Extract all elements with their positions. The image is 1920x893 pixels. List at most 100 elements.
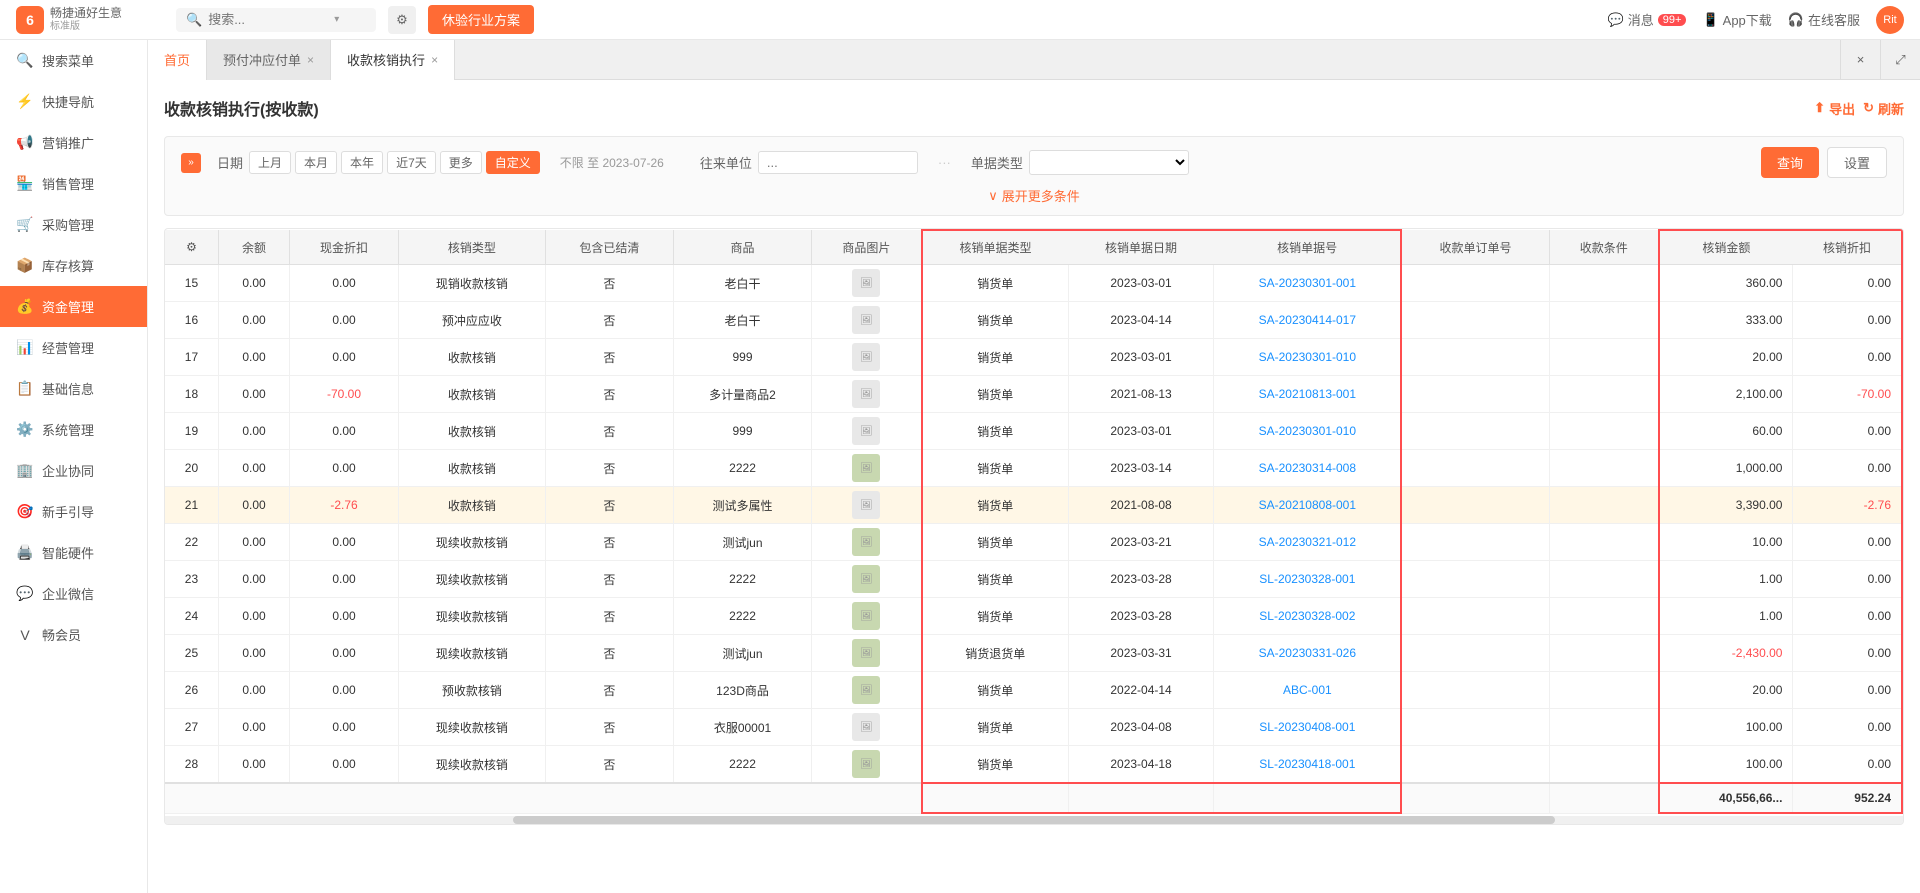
date-last-month-button[interactable]: 上月 (249, 151, 291, 174)
industry-solution-button[interactable]: 休验行业方案 (428, 5, 534, 34)
cell-verify-discount: 0.00 (1793, 709, 1902, 746)
table-row: 21 0.00 -2.76 收款核销 否 测试多属性 🖼 销货单 2021-08… (165, 487, 1902, 524)
close-prepay-tab-icon[interactable]: × (307, 53, 314, 67)
cell-receipt-order-no (1401, 302, 1549, 339)
sidebar-item-member[interactable]: V 畅会员 (0, 614, 147, 655)
sidebar-item-marketing[interactable]: 📢 营销推广 (0, 122, 147, 163)
purchase-icon: 🛒 (16, 216, 34, 234)
cell-verify-bill-type: 销货单 (922, 302, 1069, 339)
sidebar-item-purchase-mgmt[interactable]: 🛒 采购管理 (0, 204, 147, 245)
table-settings-button[interactable]: 设置 (1827, 147, 1887, 178)
query-button[interactable]: 查询 (1761, 147, 1819, 178)
cell-verify-amount: 1,000.00 (1659, 450, 1793, 487)
sidebar-item-search-menu[interactable]: 🔍 搜索菜单 (0, 40, 147, 81)
cell-balance: 0.00 (218, 524, 289, 561)
cell-no: 17 (165, 339, 218, 376)
date-filter-label: 日期 (217, 153, 243, 172)
user-profile[interactable]: Rit (1876, 6, 1904, 34)
tab-prepay-conflict[interactable]: 预付冲应付单 × (207, 40, 331, 80)
date-this-month-button[interactable]: 本月 (295, 151, 337, 174)
cell-verify-type: 收款核销 (399, 339, 546, 376)
collapse-filter-button[interactable]: » (181, 153, 201, 173)
scrollbar-thumb[interactable] (513, 816, 1556, 824)
sidebar-item-sys-mgmt[interactable]: ⚙️ 系统管理 (0, 409, 147, 450)
cell-include-settled: 否 (545, 450, 673, 487)
table-row: 19 0.00 0.00 收款核销 否 999 🖼 销货单 2023-03-01… (165, 413, 1902, 450)
sidebar-item-biz-mgmt[interactable]: 📊 经营管理 (0, 327, 147, 368)
cell-include-settled: 否 (545, 524, 673, 561)
export-button[interactable]: ⬆ 导出 (1814, 99, 1855, 118)
cell-verify-bill-date: 2023-03-01 (1068, 339, 1213, 376)
close-collection-tab-icon[interactable]: × (431, 53, 438, 67)
sidebar-item-sales-mgmt[interactable]: 🏪 销售管理 (0, 163, 147, 204)
dropdown-arrow-icon: ▾ (334, 14, 339, 25)
cell-receipt-order-no (1401, 746, 1549, 784)
search-input[interactable] (208, 12, 328, 27)
sidebar-item-fund-mgmt[interactable]: 💰 资金管理 (0, 286, 147, 327)
member-icon: V (16, 626, 34, 644)
th-receipt-order-no: 收款单订单号 (1401, 230, 1549, 265)
expand-tab-button[interactable]: ⤢ (1880, 40, 1920, 80)
th-balance: 余额 (218, 230, 289, 265)
cell-receipt-condition (1549, 672, 1659, 709)
cell-cash-discount: 0.00 (290, 635, 399, 672)
cell-verify-bill-no: SA-20230314-008 (1214, 450, 1402, 487)
cell-goods: 衣服00001 (673, 709, 811, 746)
th-verify-bill-no: 核销单据号 (1214, 230, 1402, 265)
tab-home[interactable]: 首页 (148, 40, 207, 80)
expand-conditions-button[interactable]: ∨ 展开更多条件 (988, 186, 1080, 205)
close-tab-button[interactable]: × (1840, 40, 1880, 80)
date-7days-button[interactable]: 近7天 (387, 151, 436, 174)
cell-verify-discount: 0.00 (1793, 746, 1902, 784)
sidebar-item-wechat[interactable]: 💬 企业微信 (0, 573, 147, 614)
cell-verify-bill-type: 销货单 (922, 524, 1069, 561)
cell-verify-amount: 1.00 (1659, 561, 1793, 598)
sidebar-item-base-info[interactable]: 📋 基础信息 (0, 368, 147, 409)
footer-verify-bill-no (1214, 783, 1402, 813)
cell-receipt-order-no (1401, 598, 1549, 635)
date-range-display: 不限 至 2023-07-26 (560, 154, 664, 171)
sidebar-item-label: 系统管理 (42, 420, 94, 439)
tab-bar-actions: × ⤢ (1840, 40, 1920, 80)
cell-balance: 0.00 (218, 598, 289, 635)
sidebar-item-smart-hw[interactable]: 🖨️ 智能硬件 (0, 532, 147, 573)
cell-balance: 0.00 (218, 450, 289, 487)
sidebar-item-label: 企业协同 (42, 461, 94, 480)
date-custom-button[interactable]: 自定义 (486, 151, 540, 174)
sidebar-item-inventory[interactable]: 📦 库存核算 (0, 245, 147, 286)
tab-collection-verify[interactable]: 收款核销执行 × (331, 40, 455, 80)
cell-verify-discount: 0.00 (1793, 265, 1902, 302)
cell-no: 25 (165, 635, 218, 672)
refresh-button[interactable]: ↻ 刷新 (1863, 99, 1904, 118)
online-service-button[interactable]: 🎧 在线客服 (1788, 10, 1860, 29)
cell-verify-bill-date: 2023-03-28 (1068, 561, 1213, 598)
cell-balance: 0.00 (218, 376, 289, 413)
sidebar-item-label: 采购管理 (42, 215, 94, 234)
sidebar-item-enterprise[interactable]: 🏢 企业协同 (0, 450, 147, 491)
expand-conditions-row: ∨ 展开更多条件 (181, 186, 1887, 205)
cell-include-settled: 否 (545, 709, 673, 746)
separator-icon: ··· (938, 155, 951, 170)
sidebar-item-guide[interactable]: 🎯 新手引导 (0, 491, 147, 532)
page-title-row: 收款核销执行(按收款) ⬆ 导出 ↻ 刷新 (164, 96, 1904, 120)
horizontal-scrollbar[interactable] (165, 816, 1903, 824)
cell-receipt-condition (1549, 709, 1659, 746)
sidebar-item-quick-nav[interactable]: ⚡ 快捷导航 (0, 81, 147, 122)
marketing-icon: 📢 (16, 134, 34, 152)
cell-goods-image: 🖼 (812, 450, 922, 487)
cell-receipt-order-no (1401, 413, 1549, 450)
content-area: 首页 预付冲应付单 × 收款核销执行 × × ⤢ 收款核销执行(按收款) (148, 40, 1920, 893)
unit-filter-input[interactable] (758, 151, 918, 174)
cell-verify-type: 预收款核销 (399, 672, 546, 709)
th-setting: ⚙ (165, 230, 218, 265)
cell-balance: 0.00 (218, 746, 289, 784)
message-button[interactable]: 💬 消息 99+ (1608, 10, 1687, 29)
cell-include-settled: 否 (545, 561, 673, 598)
settings-gear-button[interactable]: ⚙ (388, 6, 416, 34)
app-download-button[interactable]: 📱 App下载 (1702, 10, 1771, 29)
cell-verify-amount: 100.00 (1659, 709, 1793, 746)
search-bar-area[interactable]: 🔍 ▾ (176, 8, 376, 32)
date-this-year-button[interactable]: 本年 (341, 151, 383, 174)
date-more-button[interactable]: 更多 (440, 151, 482, 174)
type-filter-select[interactable] (1029, 150, 1189, 175)
